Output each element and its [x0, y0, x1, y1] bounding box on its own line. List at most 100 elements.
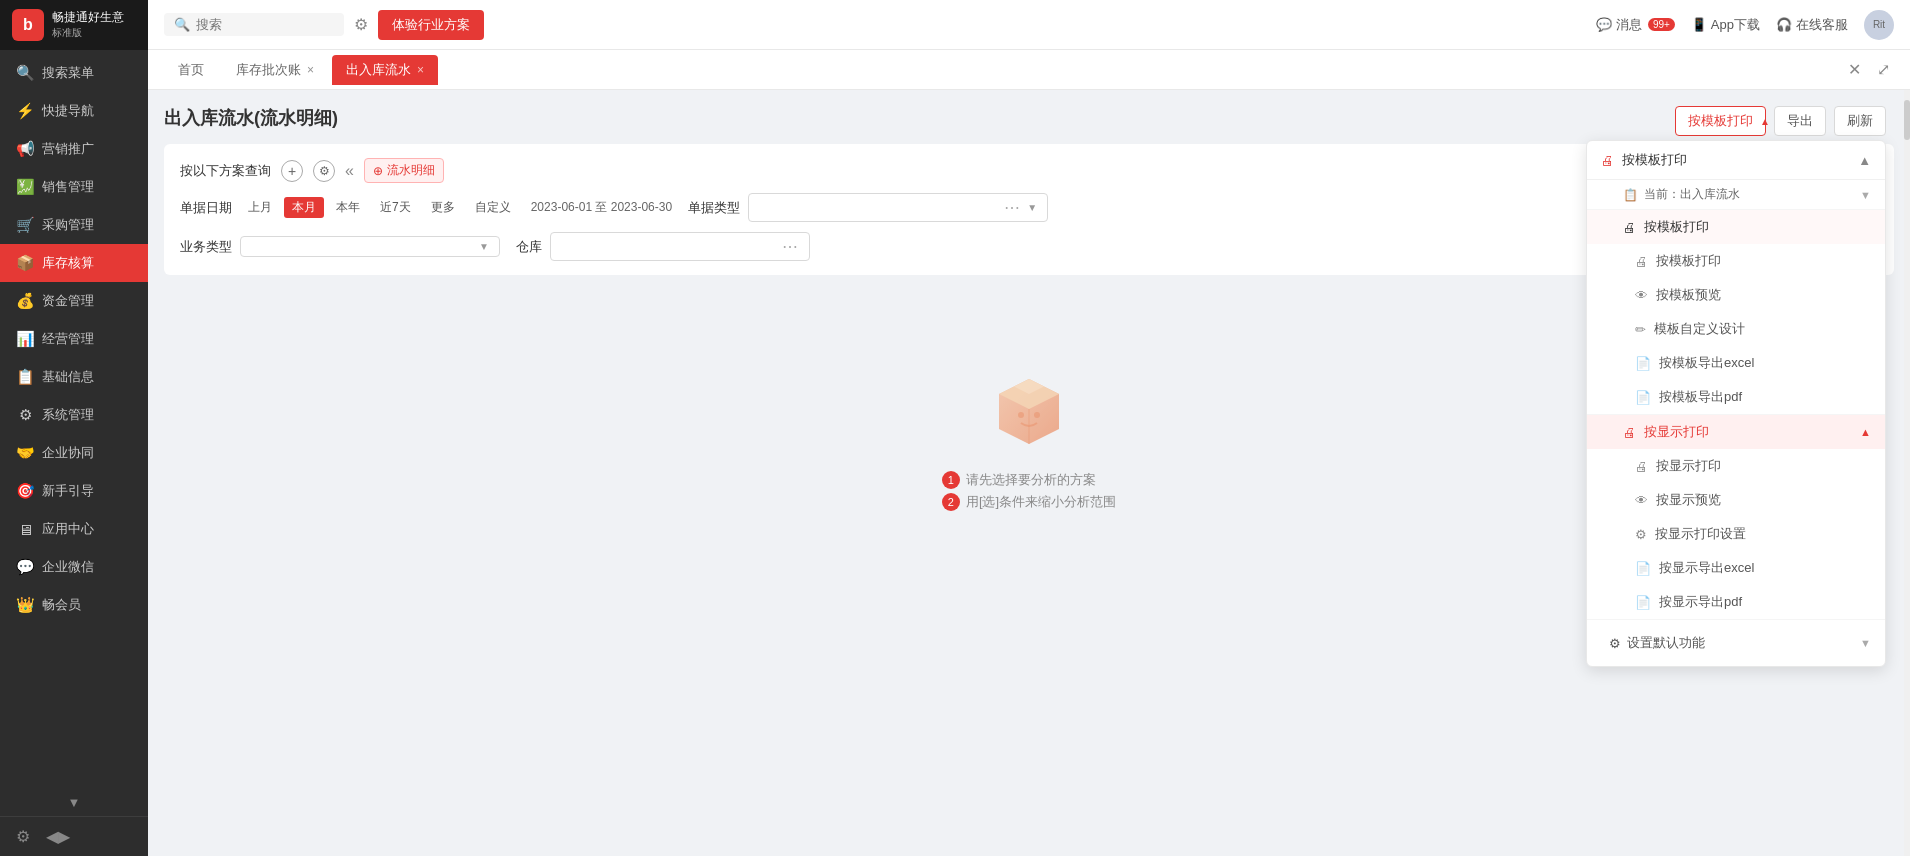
sidebar-item-inventory[interactable]: 📦 库存核算 — [0, 244, 148, 282]
display-print-header[interactable]: 🖨 按显示打印 ▲ — [1587, 415, 1885, 449]
display-section-collapse[interactable]: ▲ — [1860, 426, 1871, 438]
display-print-items: 🖨 按显示打印 👁 按显示预览 ⚙ 按显示打印设置 📄 按显示导出excel — [1587, 449, 1885, 619]
export-btn[interactable]: 导出 — [1774, 106, 1826, 136]
dropdown-header: 🖨 按模板打印 ▲ — [1587, 141, 1885, 180]
tab-in-out-flow-close[interactable]: × — [417, 63, 424, 77]
sidebar-item-guide[interactable]: 🎯 新手引导 — [0, 472, 148, 510]
message-btn[interactable]: 💬 消息 99+ — [1596, 16, 1675, 34]
sidebar-item-basic[interactable]: 📋 基础信息 — [0, 358, 148, 396]
right-scrollbar[interactable] — [1904, 90, 1910, 856]
sidebar-icon-sales: 💹 — [16, 178, 34, 196]
display-print-icon: 🖨 — [1635, 459, 1648, 474]
topbar-search-box[interactable]: 🔍 — [164, 13, 344, 36]
main-area: 🔍 ⚙ 体验行业方案 💬 消息 99+ 📱 App下载 🎧 在线客服 Rit — [148, 0, 1910, 856]
print-template-btn[interactable]: 按模板打印 — [1675, 106, 1766, 136]
sidebar-label-member: 畅会员 — [42, 596, 81, 614]
sidebar-item-quick-nav[interactable]: ⚡ 快捷导航 — [0, 92, 148, 130]
shortcut-custom[interactable]: 自定义 — [467, 197, 519, 218]
refresh-btn[interactable]: 刷新 — [1834, 106, 1886, 136]
warehouse-group: 仓库 ⋯ — [516, 232, 810, 261]
sidebar-collapse-icon[interactable]: ◀▶ — [46, 827, 70, 846]
tab-batch-account[interactable]: 库存批次账 × — [222, 55, 328, 85]
display-pdf-icon: 📄 — [1635, 595, 1651, 610]
doc-type-select[interactable]: ⋯ ▼ — [748, 193, 1048, 222]
sidebar-label-appstore: 应用中心 — [42, 520, 94, 538]
display-print-settings-item[interactable]: ⚙ 按显示打印设置 — [1587, 517, 1885, 551]
filter-collapse-btn[interactable]: « — [345, 162, 354, 180]
sidebar-item-wechat[interactable]: 💬 企业微信 — [0, 548, 148, 586]
display-preview-item[interactable]: 👁 按显示预览 — [1587, 483, 1885, 517]
display-export-pdf-item[interactable]: 📄 按显示导出pdf — [1587, 585, 1885, 619]
tab-home[interactable]: 首页 — [164, 55, 218, 85]
shortcut-this-year[interactable]: 本年 — [328, 197, 368, 218]
template-export-excel-item[interactable]: 📄 按模板导出excel — [1587, 346, 1885, 380]
filter-tag-liushui[interactable]: ⊕ 流水明细 — [364, 158, 444, 183]
sidebar-item-marketing[interactable]: 📢 营销推广 — [0, 130, 148, 168]
sidebar-item-finance[interactable]: 💰 资金管理 — [0, 282, 148, 320]
sidebar-label-basic: 基础信息 — [42, 368, 94, 386]
shortcut-more[interactable]: 更多 — [423, 197, 463, 218]
sidebar-label-system: 系统管理 — [42, 406, 94, 424]
online-service-btn[interactable]: 🎧 在线客服 — [1776, 16, 1848, 34]
dropdown-close-arrow[interactable]: ▲ — [1858, 153, 1871, 168]
sidebar-item-operation[interactable]: 📊 经营管理 — [0, 320, 148, 358]
sidebar-item-sales[interactable]: 💹 销售管理 — [0, 168, 148, 206]
template-pdf-icon: 📄 — [1635, 390, 1651, 405]
user-avatar[interactable]: Rit — [1864, 10, 1894, 40]
warehouse-select[interactable]: ⋯ — [550, 232, 810, 261]
display-print-item[interactable]: 🖨 按显示打印 — [1587, 449, 1885, 483]
template-preview-item[interactable]: 👁 按模板预览 — [1587, 278, 1885, 312]
sidebar-label-marketing: 营销推广 — [42, 140, 94, 158]
display-print-section: 🖨 按显示打印 ▲ 🖨 按显示打印 👁 按显示预览 ⚙ — [1587, 415, 1885, 620]
search-input[interactable] — [196, 17, 316, 32]
display-export-excel-item[interactable]: 📄 按显示导出excel — [1587, 551, 1885, 585]
template-section-title-row: 🖨 按模板打印 — [1623, 218, 1709, 236]
sidebar-item-appstore[interactable]: 🖥 应用中心 — [0, 510, 148, 548]
display-excel-icon: 📄 — [1635, 561, 1651, 576]
template-print-label: 按模板打印 — [1656, 252, 1721, 270]
date-filter-group: 单据日期 上月 本月 本年 近7天 更多 自定义 2023-06-01 至 20… — [180, 197, 672, 218]
sidebar-item-enterprise[interactable]: 🤝 企业协同 — [0, 434, 148, 472]
template-print-item[interactable]: 🖨 按模板打印 — [1587, 244, 1885, 278]
shortcut-last-month[interactable]: 上月 — [240, 197, 280, 218]
biz-type-group: 业务类型 ▼ — [180, 236, 500, 257]
svg-point-5 — [1034, 412, 1040, 418]
template-design-item[interactable]: ✏ 模板自定义设计 — [1587, 312, 1885, 346]
shortcut-this-month[interactable]: 本月 — [284, 197, 324, 218]
shortcut-7days[interactable]: 近7天 — [372, 197, 419, 218]
template-excel-icon: 📄 — [1635, 356, 1651, 371]
template-export-pdf-item[interactable]: 📄 按模板导出pdf — [1587, 380, 1885, 414]
doc-type-label: 单据类型 — [688, 199, 740, 217]
doc-type-group: 单据类型 ⋯ ▼ — [688, 193, 1048, 222]
tab-in-out-flow[interactable]: 出入库流水 × — [332, 55, 438, 85]
sidebar-item-purchase[interactable]: 🛒 采购管理 — [0, 206, 148, 244]
sidebar-label-finance: 资金管理 — [42, 292, 94, 310]
empty-step-2: 2 用[选]条件来缩小分析范围 — [942, 493, 1116, 511]
tab-expand-icon[interactable]: ⤢ — [1873, 56, 1894, 83]
sidebar-icon-system: ⚙ — [16, 406, 34, 424]
sidebar-scroll-down[interactable]: ▼ — [0, 789, 148, 816]
tab-minimize-icon[interactable]: ✕ — [1844, 56, 1865, 83]
sidebar-item-system[interactable]: ⚙ 系统管理 — [0, 396, 148, 434]
template-print-header[interactable]: 🖨 按模板打印 — [1587, 210, 1885, 244]
filter-add-btn[interactable]: + — [281, 160, 303, 182]
topbar-gear-icon[interactable]: ⚙ — [354, 15, 368, 34]
tab-batch-account-close[interactable]: × — [307, 63, 314, 77]
set-default-icon: ⚙ — [1609, 636, 1621, 651]
set-default-btn[interactable]: ⚙ 设置默认功能 — [1601, 628, 1713, 658]
print-dropdown-panel: 🖨 按模板打印 ▲ 📋 当前：出入库流水 ▼ 🖨 按模板打印 — [1586, 140, 1886, 667]
sidebar-icon-quick-nav: ⚡ — [16, 102, 34, 120]
sidebar-item-search[interactable]: 🔍 搜索菜单 — [0, 54, 148, 92]
date-shortcuts: 上月 本月 本年 近7天 更多 自定义 — [240, 197, 519, 218]
sidebar: b 畅捷通好生意 标准版 🔍 搜索菜单 ⚡ 快捷导航 📢 营销推广 💹 销售管理… — [0, 0, 148, 856]
headset-icon: 🎧 — [1776, 17, 1792, 32]
app-download-btn[interactable]: 📱 App下载 — [1691, 16, 1760, 34]
sidebar-settings-icon[interactable]: ⚙ — [16, 827, 30, 846]
svg-point-4 — [1018, 412, 1024, 418]
filter-settings-icon-btn[interactable]: ⚙ — [313, 160, 335, 182]
sidebar-item-member[interactable]: 👑 畅会员 — [0, 586, 148, 624]
sidebar-label-sales: 销售管理 — [42, 178, 94, 196]
industry-btn[interactable]: 体验行业方案 — [378, 10, 484, 40]
biz-type-select[interactable]: ▼ — [240, 236, 500, 257]
online-service-label: 在线客服 — [1796, 16, 1848, 34]
